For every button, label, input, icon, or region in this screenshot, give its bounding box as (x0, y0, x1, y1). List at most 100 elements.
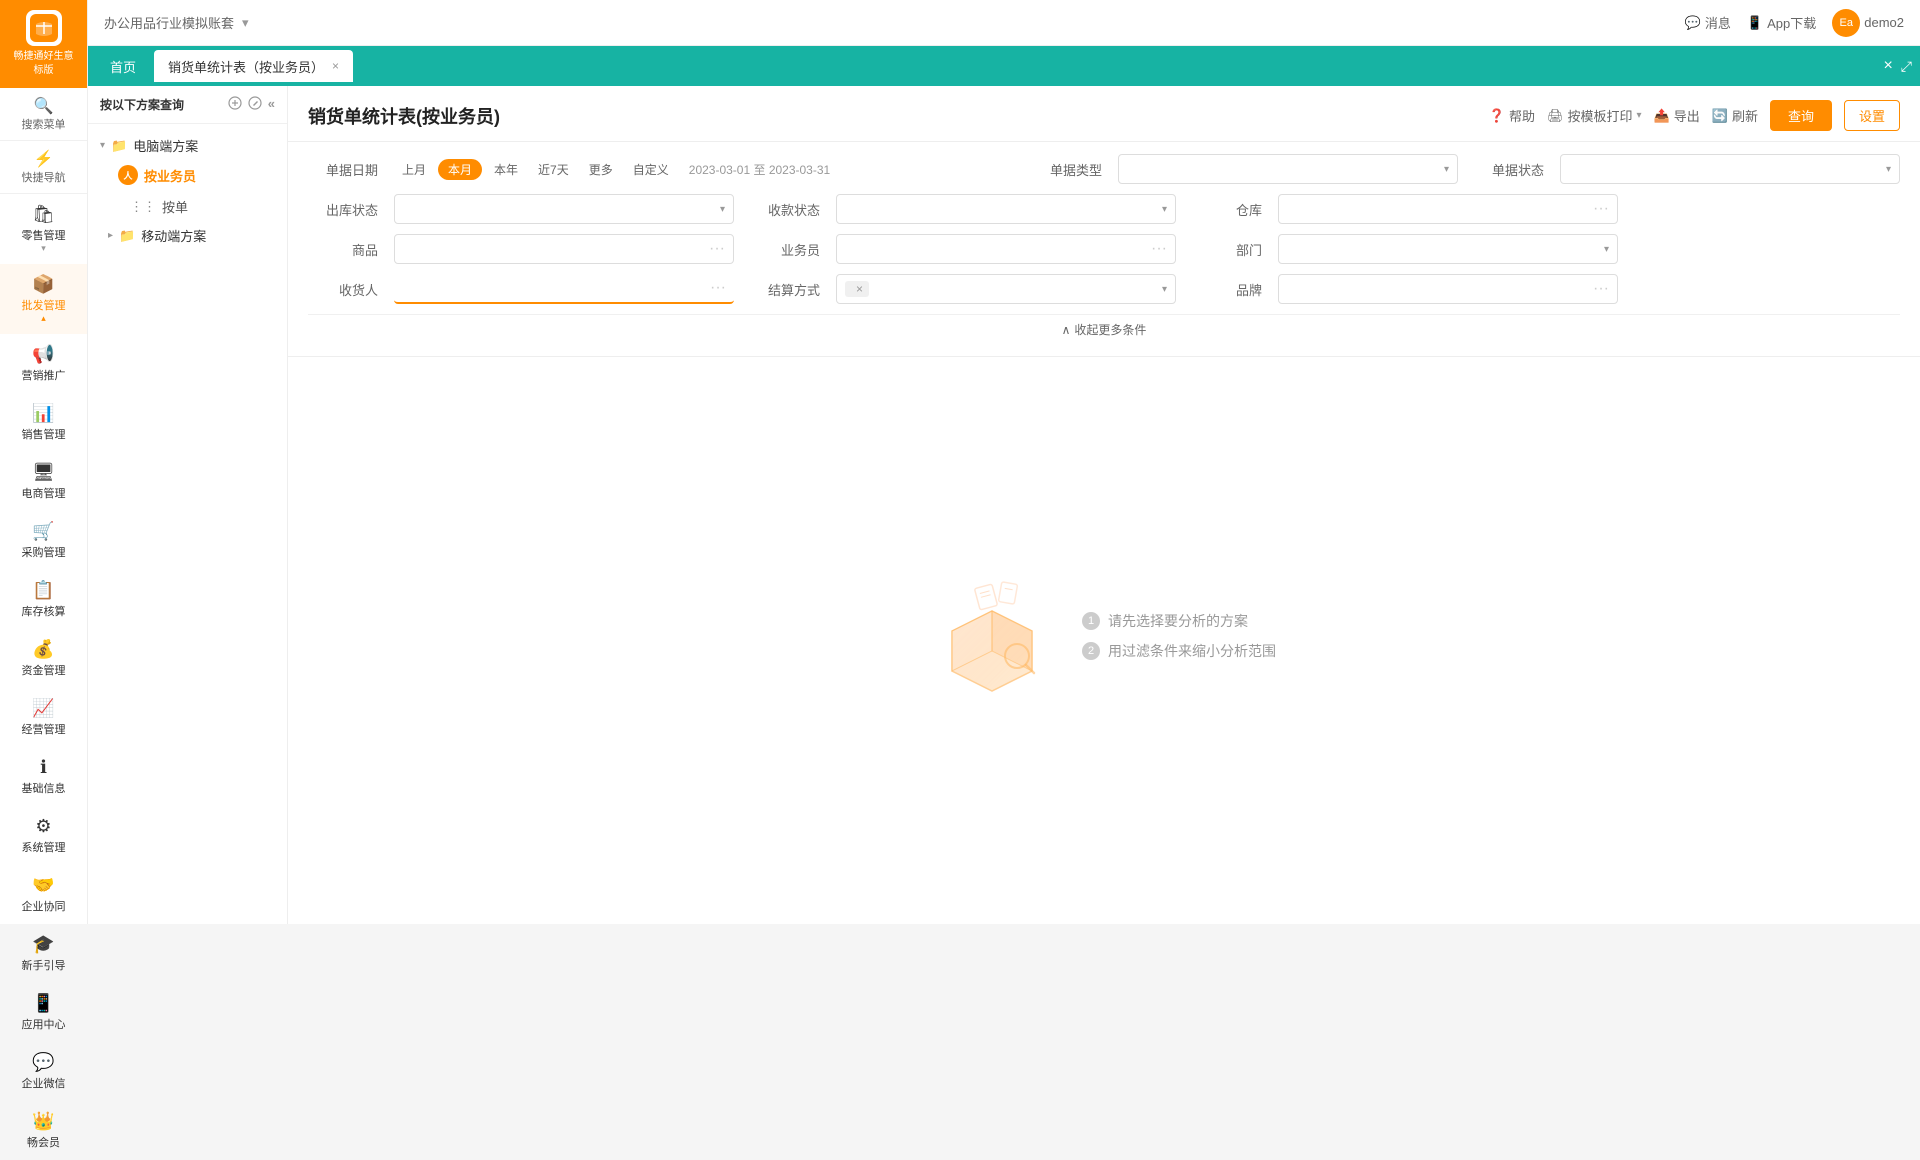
doc-status-select[interactable]: ▾ (1560, 154, 1900, 184)
goods-label: 商品 (308, 240, 378, 259)
add-scheme-btn[interactable] (228, 96, 242, 113)
purchase-icon: 🛒 (32, 521, 54, 542)
tab-close-btn[interactable]: × (332, 59, 339, 73)
sidebar-item-appstore-label: 应用中心 (22, 1016, 66, 1032)
sidebar-item-appstore[interactable]: 📱 应用中心 (0, 983, 87, 1042)
sidebar-item-wechat-label: 企业微信 (22, 1075, 66, 1091)
scheme-by-order[interactable]: ⋮⋮ 按单 (88, 191, 287, 222)
help-icon: ❓ (1489, 108, 1505, 124)
sidebar-item-wholesale[interactable]: 📦 批发管理 ▴ (0, 264, 87, 334)
system-icon: ⚙ (35, 816, 51, 837)
filter-row-4: 收货人 ··· 结算方式 × ▾ 品牌 ··· (308, 274, 1900, 304)
tab-sales-stats[interactable]: 销货单统计表（按业务员） × (154, 50, 353, 82)
maximize-btn[interactable]: ⤢ (1901, 58, 1912, 75)
breadcrumb-dropdown-icon[interactable]: ▾ (242, 15, 249, 31)
salesperson-dots-icon[interactable]: ··· (1151, 240, 1167, 258)
sidebar-item-sales[interactable]: 📊 销售管理 (0, 393, 87, 452)
recipient-input[interactable]: ··· (394, 274, 734, 304)
sidebar-item-system[interactable]: ⚙ 系统管理 (0, 806, 87, 865)
user-name: demo2 (1864, 15, 1904, 30)
setting-btn[interactable]: 设置 (1844, 100, 1900, 131)
brand-input[interactable]: ··· (1278, 274, 1618, 304)
doc-type-select[interactable]: ▾ (1118, 154, 1458, 184)
warehouse-input[interactable]: ··· (1278, 194, 1618, 224)
message-btn[interactable]: 💬 消息 (1685, 13, 1731, 32)
collect-status-arrow-icon: ▾ (1162, 204, 1167, 215)
date-tab-this-month[interactable]: 本月 (438, 159, 482, 180)
edit-scheme-btn[interactable] (248, 96, 262, 113)
collect-status-select[interactable]: ▾ (836, 194, 1176, 224)
sidebar-item-system-label: 系统管理 (22, 839, 66, 855)
sidebar-item-wechat[interactable]: 💬 企业微信 (0, 1042, 87, 1101)
payment-tag[interactable]: × (845, 281, 869, 297)
salesperson-input[interactable]: ··· (836, 234, 1176, 264)
collapse-arrow-icon: ∧ (1062, 323, 1071, 337)
goods-dots-icon[interactable]: ··· (709, 240, 725, 258)
date-tab-this-year[interactable]: 本年 (486, 159, 526, 180)
date-tab-more[interactable]: 更多 (581, 159, 621, 180)
warehouse-dots-icon[interactable]: ··· (1593, 200, 1609, 218)
sidebar-item-member-label: 畅会员 (27, 1134, 60, 1150)
collapse-filter-btn[interactable]: ∧ 收起更多条件 (308, 314, 1900, 344)
message-label: 消息 (1705, 13, 1731, 32)
page-title: 销货单统计表(按业务员) (308, 103, 500, 129)
search-menu-item[interactable]: 🔍 搜索菜单 (0, 88, 87, 141)
payment-tag-close-icon[interactable]: × (856, 282, 863, 296)
collapse-panel-btn[interactable]: « (268, 96, 275, 113)
operation-icon: 📈 (32, 698, 54, 719)
sidebar-item-retail[interactable]: 🛍 零售管理 ▾ (0, 194, 87, 264)
mobile-scheme-group[interactable]: ▸ 📁 移动端方案 (88, 222, 287, 249)
topbar-actions: 💬 消息 📱 App下载 Ea demo2 (1685, 9, 1904, 37)
sidebar-item-guide-label: 新手引导 (22, 957, 66, 973)
date-tabs: 上月 本月 本年 近7天 更多 自定义 2023-03-01 至 2023-03… (394, 159, 830, 180)
sidebar-item-collab[interactable]: 🤝 企业协同 (0, 865, 87, 924)
help-btn[interactable]: ❓ 帮助 (1489, 106, 1535, 125)
refresh-label: 刷新 (1732, 106, 1758, 125)
sidebar-item-purchase[interactable]: 🛒 采购管理 (0, 511, 87, 570)
sidebar-item-ecommerce[interactable]: 🖥 电商管理 (0, 452, 87, 511)
user-menu[interactable]: Ea demo2 (1832, 9, 1904, 37)
salesperson-scheme-icon: 人 (118, 165, 138, 185)
retail-icon: 🛍 (32, 204, 55, 225)
date-range-text: 2023-03-01 至 2023-03-31 (689, 161, 830, 178)
query-btn[interactable]: 查询 (1770, 100, 1832, 131)
app-logo[interactable]: 畅捷通好生意标版 (0, 0, 87, 88)
sidebar-item-basic[interactable]: ℹ 基础信息 (0, 747, 87, 806)
step-1-num: 1 (1082, 612, 1100, 630)
sidebar-item-operation-label: 经营管理 (22, 721, 66, 737)
mobile-scheme-arrow: ▸ (108, 230, 113, 241)
minimize-btn[interactable]: × (1883, 57, 1892, 75)
scheme-by-salesperson[interactable]: 人 按业务员 (88, 159, 287, 191)
goods-input[interactable]: ··· (394, 234, 734, 264)
pc-scheme-group[interactable]: ▾ 📁 电脑端方案 (88, 132, 287, 159)
tab-home[interactable]: 首页 (96, 50, 150, 82)
sidebar-item-finance[interactable]: 💰 资金管理 (0, 629, 87, 688)
recipient-dots-icon[interactable]: ··· (710, 279, 726, 297)
sidebar-item-inventory[interactable]: 📋 库存核算 (0, 570, 87, 629)
app-download-btn[interactable]: 📱 App下载 (1747, 13, 1816, 32)
salesperson-scheme-label: 按业务员 (144, 166, 196, 185)
right-panel: 销货单统计表(按业务员) ❓ 帮助 🖨 按模板打印 ▾ 📤 导出 (288, 86, 1920, 924)
empty-step-2: 2 用过滤条件来缩小分析范围 (1082, 641, 1276, 661)
app-download-icon: 📱 (1747, 15, 1763, 31)
sidebar-item-marketing[interactable]: 📢 营销推广 (0, 334, 87, 393)
sidebar-item-operation[interactable]: 📈 经营管理 (0, 688, 87, 747)
date-tab-last-month[interactable]: 上月 (394, 159, 434, 180)
main-area: 办公用品行业模拟账套 ▾ 💬 消息 📱 App下载 Ea demo2 首页 (88, 0, 1920, 924)
sidebar-item-member[interactable]: 👑 畅会员 (0, 1101, 87, 1160)
date-tab-custom[interactable]: 自定义 (625, 159, 677, 180)
dept-select[interactable]: ▾ (1278, 234, 1618, 264)
refresh-btn[interactable]: 🔄 刷新 (1712, 106, 1758, 125)
doc-type-arrow-icon: ▾ (1444, 164, 1449, 175)
date-tab-7days[interactable]: 近7天 (530, 159, 577, 180)
empty-illustration (932, 581, 1052, 701)
quick-nav-item[interactable]: ⚡ 快捷导航 (0, 141, 87, 194)
left-panel-icons: « (228, 96, 275, 113)
payment-select[interactable]: × ▾ (836, 274, 1176, 304)
ship-status-select[interactable]: ▾ (394, 194, 734, 224)
sidebar-item-guide[interactable]: 🎓 新手引导 (0, 924, 87, 983)
export-btn[interactable]: 📤 导出 (1654, 106, 1700, 125)
brand-dots-icon[interactable]: ··· (1593, 280, 1609, 298)
finance-icon: 💰 (32, 639, 54, 660)
print-btn[interactable]: 🖨 按模板打印 ▾ (1547, 106, 1642, 125)
